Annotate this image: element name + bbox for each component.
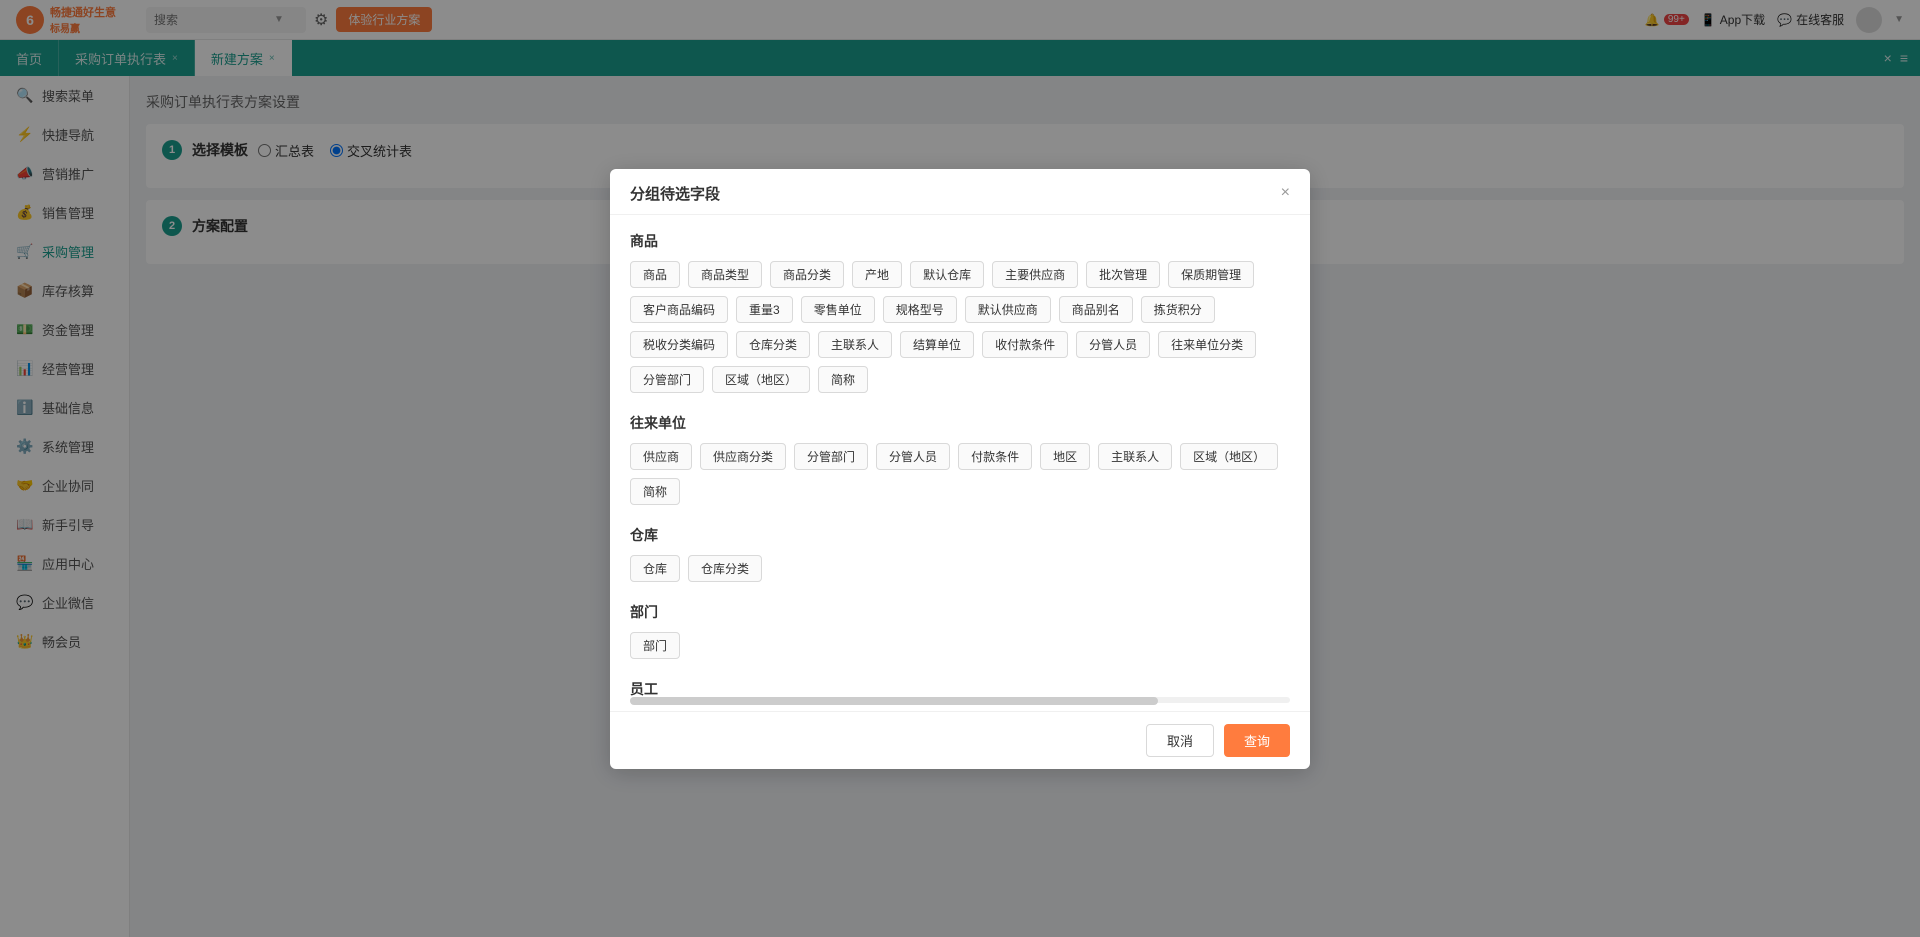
field-tag[interactable]: 批次管理 [1086, 261, 1160, 288]
field-group-dept-title: 部门 [630, 602, 1290, 622]
field-tag[interactable]: 往来单位分类 [1158, 331, 1256, 358]
field-tag[interactable]: 地区 [1040, 443, 1090, 470]
field-tag[interactable]: 零售单位 [801, 296, 875, 323]
field-tag[interactable]: 付款条件 [958, 443, 1032, 470]
modal-title: 分组待选字段 [630, 183, 720, 204]
field-tag[interactable]: 结算单位 [900, 331, 974, 358]
field-tag[interactable]: 主联系人 [818, 331, 892, 358]
field-tag[interactable]: 简称 [818, 366, 868, 393]
field-tag[interactable]: 主要供应商 [992, 261, 1078, 288]
field-tag[interactable]: 收付款条件 [982, 331, 1068, 358]
field-tag[interactable]: 仓库 [630, 555, 680, 582]
field-tag[interactable]: 税收分类编码 [630, 331, 728, 358]
field-tag[interactable]: 产地 [852, 261, 902, 288]
field-tag[interactable]: 仓库分类 [688, 555, 762, 582]
field-tag[interactable]: 商品 [630, 261, 680, 288]
field-tag[interactable]: 仓库分类 [736, 331, 810, 358]
field-group-counterparty: 往来单位 供应商 供应商分类 分管部门 分管人员 付款条件 地区 主联系人 区域… [630, 413, 1290, 505]
modal-horizontal-scrollbar[interactable] [630, 697, 1290, 703]
field-tag[interactable]: 区域（地区） [1180, 443, 1278, 470]
field-tag[interactable]: 分管部门 [794, 443, 868, 470]
modal-footer: 取消 查询 [610, 711, 1310, 769]
modal-overlay: 分组待选字段 × 商品 商品 商品类型 商品分类 产地 默认仓库 主要供应商 批… [0, 0, 1920, 937]
field-tag[interactable]: 重量3 [736, 296, 793, 323]
field-tag[interactable]: 保质期管理 [1168, 261, 1254, 288]
cancel-button[interactable]: 取消 [1146, 724, 1214, 757]
field-tag[interactable]: 商品分类 [770, 261, 844, 288]
confirm-button[interactable]: 查询 [1224, 724, 1290, 757]
field-tag[interactable]: 商品别名 [1059, 296, 1133, 323]
field-tag[interactable]: 客户商品编码 [630, 296, 728, 323]
field-group-warehouse-title: 仓库 [630, 525, 1290, 545]
field-group-dept: 部门 部门 [630, 602, 1290, 659]
field-tag[interactable]: 拣货积分 [1141, 296, 1215, 323]
field-tag[interactable]: 规格型号 [883, 296, 957, 323]
field-tag[interactable]: 部门 [630, 632, 680, 659]
product-field-tags: 商品 商品类型 商品分类 产地 默认仓库 主要供应商 批次管理 保质期管理 客户… [630, 261, 1290, 393]
field-group-warehouse: 仓库 仓库 仓库分类 [630, 525, 1290, 582]
counterparty-field-tags: 供应商 供应商分类 分管部门 分管人员 付款条件 地区 主联系人 区域（地区） … [630, 443, 1290, 505]
field-tag[interactable]: 默认仓库 [910, 261, 984, 288]
modal-header: 分组待选字段 × [610, 169, 1310, 215]
field-tag[interactable]: 分管部门 [630, 366, 704, 393]
field-tag[interactable]: 分管人员 [1076, 331, 1150, 358]
field-group-staff: 员工 业务员 [630, 679, 1290, 697]
field-group-counterparty-title: 往来单位 [630, 413, 1290, 433]
modal-horizontal-scroll-thumb [630, 697, 1158, 705]
field-group-product: 商品 商品 商品类型 商品分类 产地 默认仓库 主要供应商 批次管理 保质期管理… [630, 231, 1290, 393]
field-group-staff-title: 员工 [630, 679, 1290, 697]
field-tag[interactable]: 主联系人 [1098, 443, 1172, 470]
field-select-modal: 分组待选字段 × 商品 商品 商品类型 商品分类 产地 默认仓库 主要供应商 批… [610, 169, 1310, 769]
modal-body: 商品 商品 商品类型 商品分类 产地 默认仓库 主要供应商 批次管理 保质期管理… [610, 215, 1310, 697]
field-group-product-title: 商品 [630, 231, 1290, 251]
warehouse-field-tags: 仓库 仓库分类 [630, 555, 1290, 582]
dept-field-tags: 部门 [630, 632, 1290, 659]
field-tag[interactable]: 商品类型 [688, 261, 762, 288]
field-tag[interactable]: 供应商 [630, 443, 692, 470]
field-tag[interactable]: 区域（地区） [712, 366, 810, 393]
field-tag[interactable]: 分管人员 [876, 443, 950, 470]
field-tag[interactable]: 默认供应商 [965, 296, 1051, 323]
field-tag[interactable]: 简称 [630, 478, 680, 505]
modal-close-icon[interactable]: × [1281, 185, 1290, 201]
field-tag[interactable]: 供应商分类 [700, 443, 786, 470]
